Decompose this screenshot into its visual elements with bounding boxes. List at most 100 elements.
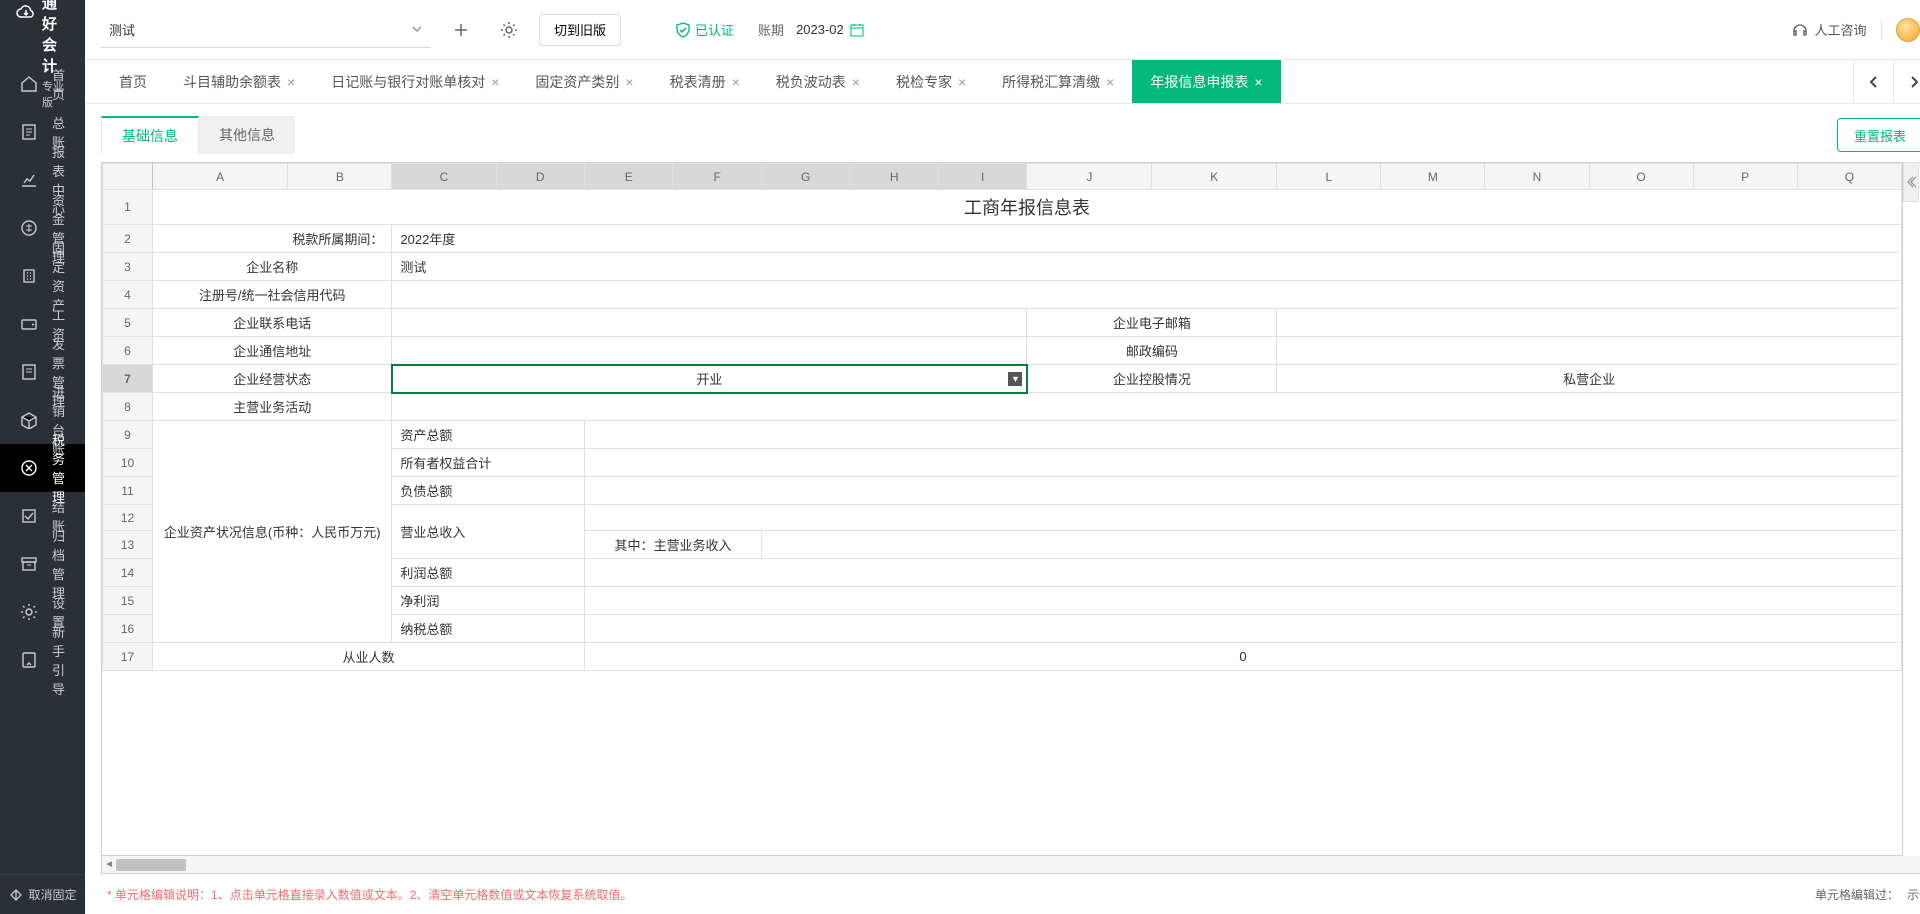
- column-header[interactable]: L: [1277, 164, 1381, 190]
- sidebar-item-building[interactable]: 固定资产: [0, 252, 85, 300]
- column-header[interactable]: B: [288, 164, 392, 190]
- verified-badge[interactable]: 已认证: [675, 20, 734, 39]
- sidebar-item-invoice[interactable]: 发票管理: [0, 348, 85, 396]
- row-header[interactable]: 4: [103, 281, 153, 309]
- cell[interactable]: 测试: [392, 253, 1901, 280]
- cell[interactable]: [585, 587, 1901, 614]
- column-header[interactable]: P: [1693, 164, 1797, 190]
- sidebar-item-chart[interactable]: 报表中心: [0, 156, 85, 204]
- cell[interactable]: [392, 309, 1026, 336]
- tab[interactable]: 所得税汇算清缴×: [984, 60, 1132, 103]
- cell[interactable]: [585, 421, 1901, 448]
- period-picker[interactable]: 2023-02: [796, 22, 864, 37]
- tab[interactable]: 税检专家×: [878, 60, 984, 103]
- row-header[interactable]: 16: [103, 615, 153, 643]
- consult-link[interactable]: 人工咨询: [1792, 20, 1866, 39]
- tab-scroll-left[interactable]: [1853, 60, 1893, 103]
- cell[interactable]: [392, 337, 1026, 364]
- row-header[interactable]: 3: [103, 253, 153, 281]
- tab[interactable]: 首页: [101, 60, 165, 103]
- sidebar-item-archive[interactable]: 归档管理: [0, 540, 85, 588]
- column-header[interactable]: F: [673, 164, 761, 190]
- row-header[interactable]: 7: [103, 365, 153, 393]
- sidebar-item-checkout[interactable]: 结账: [0, 492, 85, 540]
- subtab[interactable]: 其他信息: [199, 116, 295, 154]
- cell[interactable]: 私营企业: [1277, 365, 1901, 392]
- tab[interactable]: 斗目辅助余额表×: [165, 60, 313, 103]
- close-icon[interactable]: ×: [1106, 74, 1114, 90]
- cell[interactable]: 2022年度: [392, 225, 1901, 252]
- reset-report-button[interactable]: 重置报表: [1837, 118, 1920, 152]
- row-header[interactable]: 14: [103, 559, 153, 587]
- tab[interactable]: 日记账与银行对账单核对×: [313, 60, 517, 103]
- close-icon[interactable]: ×: [625, 74, 633, 90]
- row-header[interactable]: 6: [103, 337, 153, 365]
- cell[interactable]: 0: [585, 643, 1901, 670]
- column-header[interactable]: A: [152, 164, 287, 190]
- row-header[interactable]: 2: [103, 225, 153, 253]
- cell[interactable]: [585, 559, 1901, 586]
- row-header[interactable]: 13: [103, 531, 153, 559]
- company-select[interactable]: 测试: [101, 12, 431, 48]
- close-icon[interactable]: ×: [958, 74, 966, 90]
- cell[interactable]: [585, 505, 1901, 530]
- select-all-cell[interactable]: [103, 164, 153, 190]
- switch-old-button[interactable]: 切到旧版: [539, 14, 621, 46]
- column-header[interactable]: K: [1152, 164, 1277, 190]
- column-header[interactable]: G: [761, 164, 849, 190]
- sidebar-item-home[interactable]: 首页: [0, 60, 85, 108]
- sidebar-item-money[interactable]: 资金管理: [0, 204, 85, 252]
- column-header[interactable]: D: [496, 164, 584, 190]
- sidebar-pin-toggle[interactable]: 取消固定: [0, 874, 85, 914]
- column-header[interactable]: E: [584, 164, 672, 190]
- close-icon[interactable]: ×: [1254, 74, 1262, 90]
- add-button[interactable]: [443, 12, 479, 48]
- user-menu[interactable]: 畅捷通B组...: [1896, 18, 1920, 42]
- tab-scroll-right[interactable]: [1893, 60, 1920, 103]
- column-header[interactable]: J: [1027, 164, 1152, 190]
- row-header[interactable]: 9: [103, 421, 153, 449]
- row-header[interactable]: 8: [103, 393, 153, 421]
- column-header[interactable]: I: [938, 164, 1026, 190]
- cell[interactable]: [585, 615, 1901, 642]
- cell[interactable]: [585, 449, 1901, 476]
- scroll-thumb[interactable]: [116, 859, 186, 871]
- cell[interactable]: [392, 281, 1901, 308]
- horizontal-scrollbar[interactable]: ◄ ►: [101, 856, 1920, 874]
- column-header[interactable]: N: [1485, 164, 1589, 190]
- cell[interactable]: [1277, 309, 1901, 336]
- tab[interactable]: 固定资产类别×: [517, 60, 651, 103]
- row-header[interactable]: 1: [103, 190, 153, 225]
- cell[interactable]: [762, 531, 1901, 558]
- row-header[interactable]: 12: [103, 505, 153, 531]
- sidebar-item-wallet[interactable]: 工资: [0, 300, 85, 348]
- year-panel-collapse[interactable]: [1903, 162, 1919, 202]
- column-header[interactable]: C: [392, 164, 496, 190]
- close-icon[interactable]: ×: [852, 74, 860, 90]
- cell[interactable]: [585, 477, 1901, 504]
- sidebar-item-tax[interactable]: 税务管理: [0, 444, 85, 492]
- close-icon[interactable]: ×: [491, 74, 499, 90]
- row-header[interactable]: 10: [103, 449, 153, 477]
- sidebar-item-guide[interactable]: 新手引导: [0, 636, 85, 684]
- settings-button[interactable]: [491, 12, 527, 48]
- sidebar-item-inventory[interactable]: 进销台账: [0, 396, 85, 444]
- status-dropdown[interactable]: 开业: [392, 365, 1026, 392]
- tab[interactable]: 年报信息申报表×: [1132, 60, 1280, 103]
- tab[interactable]: 税表清册×: [652, 60, 758, 103]
- sidebar-item-ledger[interactable]: 总账: [0, 108, 85, 156]
- dropdown-icon[interactable]: ▼: [1008, 372, 1022, 386]
- row-header[interactable]: 15: [103, 587, 153, 615]
- spreadsheet[interactable]: ABCDEFGHIJKLMNOPQ1工商年报信息表2税款所属期间：2022年度3…: [101, 162, 1903, 856]
- row-header[interactable]: 11: [103, 477, 153, 505]
- column-header[interactable]: H: [850, 164, 938, 190]
- close-icon[interactable]: ×: [287, 74, 295, 90]
- column-header[interactable]: Q: [1797, 164, 1901, 190]
- row-header[interactable]: 5: [103, 309, 153, 337]
- close-icon[interactable]: ×: [732, 74, 740, 90]
- row-header[interactable]: 17: [103, 643, 153, 671]
- subtab[interactable]: 基础信息: [101, 116, 199, 154]
- column-header[interactable]: M: [1381, 164, 1485, 190]
- sidebar-item-gear[interactable]: 设置: [0, 588, 85, 636]
- column-header[interactable]: O: [1589, 164, 1693, 190]
